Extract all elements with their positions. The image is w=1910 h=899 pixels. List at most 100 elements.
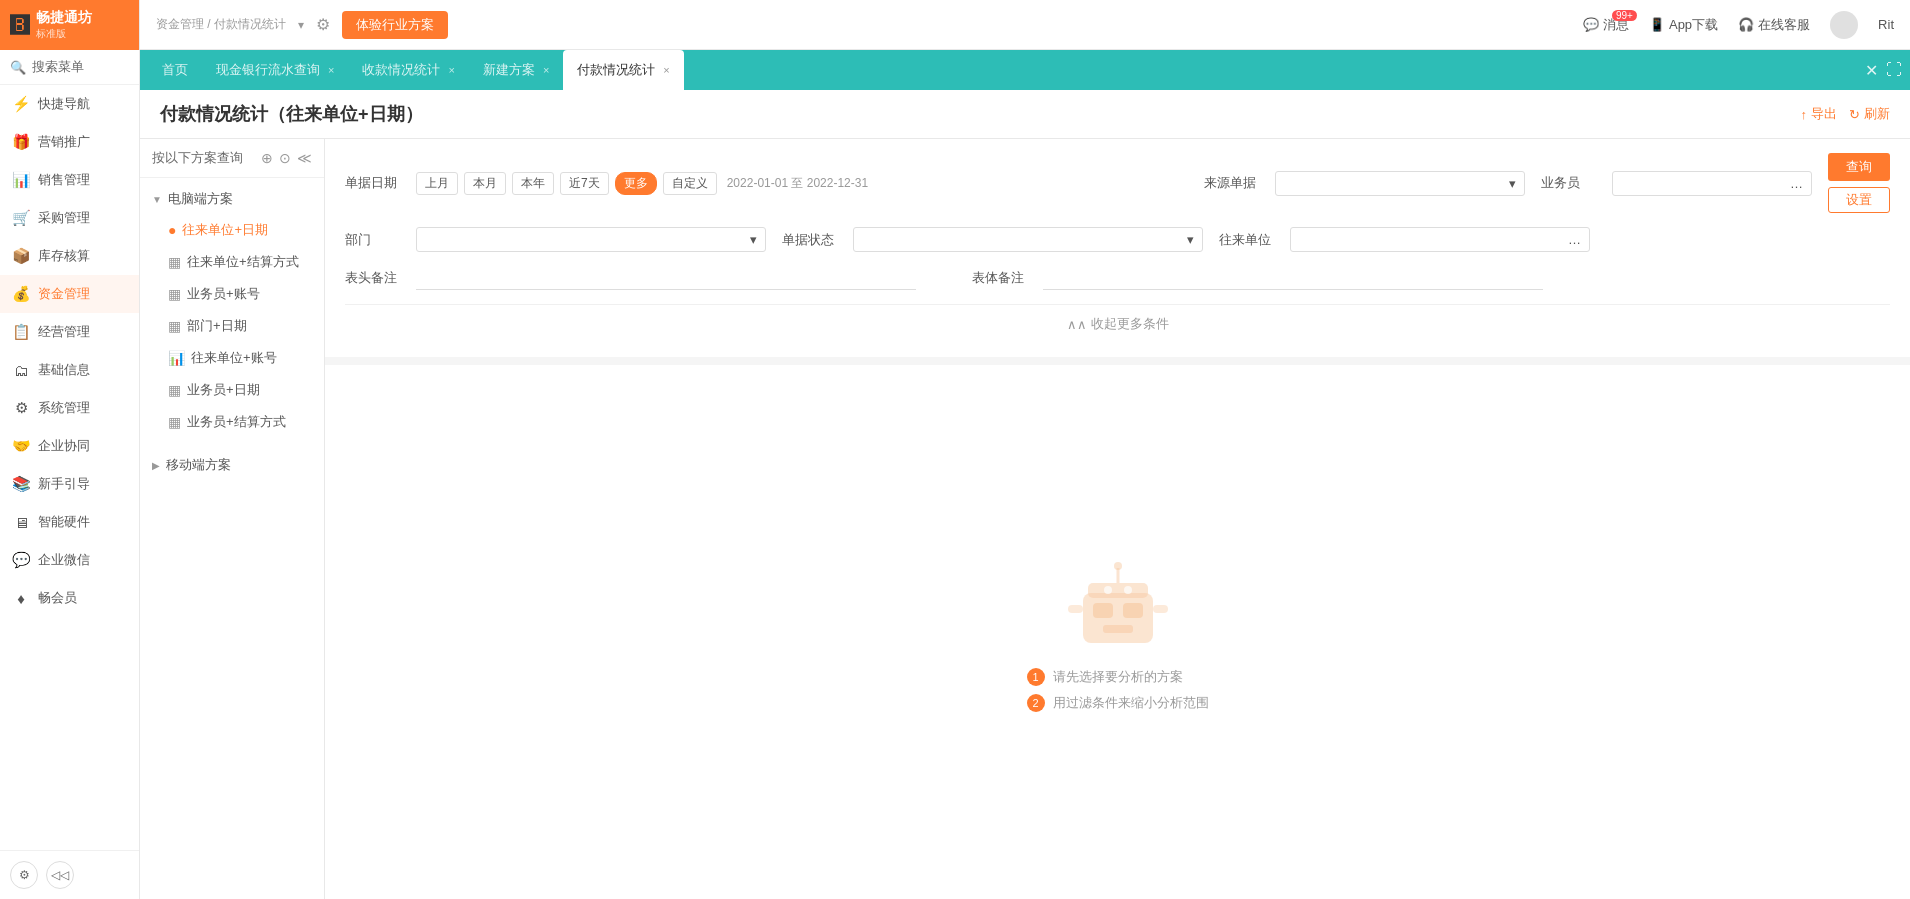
body-area: 按以下方案查询 ⊕ ⊙ ≪ ▼ 电脑端方案 ● 往来单位+日期 (140, 139, 1910, 899)
scheme-item-unit-account[interactable]: 📊 往来单位+账号 (140, 342, 324, 374)
related-unit-select[interactable]: … (1290, 227, 1590, 252)
page-header-actions: ↑ 导出 ↻ 刷新 (1801, 105, 1891, 123)
sidebar-search[interactable]: 🔍 搜索菜单 (0, 50, 139, 85)
export-btn[interactable]: ↑ 导出 (1801, 105, 1838, 123)
pc-scheme-group: ▼ 电脑端方案 ● 往来单位+日期 ▦ 往来单位+结算方式 ▦ 业务员+账号 (140, 178, 324, 444)
sidebar-item-guide[interactable]: 📚 新手引导 (0, 465, 139, 503)
tab-bank-flow-close[interactable]: × (328, 64, 334, 76)
bill-status-label: 单据状态 (782, 231, 837, 249)
marketing-icon: 🎁 (12, 133, 30, 151)
pc-scheme-group-header[interactable]: ▼ 电脑端方案 (140, 184, 324, 214)
scheme-icon-unit-account: 📊 (168, 350, 185, 366)
scheme-icon-staff-account: ▦ (168, 286, 181, 302)
scheme-item-unit-settlement[interactable]: ▦ 往来单位+结算方式 (140, 246, 324, 278)
settings-bottom-btn[interactable]: ⚙ (10, 861, 38, 889)
sidebar-item-sales[interactable]: 📊 销售管理 (0, 161, 139, 199)
date-btn-more[interactable]: 更多 (615, 172, 657, 195)
tip-text-2: 用过滤条件来缩小分析范围 (1053, 694, 1209, 712)
scheme-item-staff-account[interactable]: ▦ 业务员+账号 (140, 278, 324, 310)
trial-btn[interactable]: 体验行业方案 (342, 11, 448, 39)
scheme-icon-unit-date: ● (168, 222, 176, 238)
tabbar-close-all-btn[interactable]: ✕ (1865, 61, 1878, 80)
sidebar: 🅱 畅捷通坊 标准版 🔍 搜索菜单 ⚡ 快捷导航 🎁 营销推广 📊 销售管理 🛒… (0, 0, 140, 899)
header-note-input[interactable] (416, 266, 916, 290)
tab-payment-stats[interactable]: 付款情况统计 × (563, 50, 683, 90)
date-btn-this-month[interactable]: 本月 (464, 172, 506, 195)
export-label: 导出 (1811, 105, 1837, 123)
staff-select[interactable]: … (1612, 171, 1812, 196)
capital-icon: 💰 (12, 285, 30, 303)
source-bill-select[interactable]: ▾ (1275, 171, 1525, 196)
collapse-bar[interactable]: ∧∧ 收起更多条件 (345, 304, 1890, 343)
sidebar-item-label: 营销推广 (38, 133, 90, 151)
topbar-gear-icon[interactable]: ⚙ (316, 15, 330, 34)
body-note-input[interactable] (1043, 266, 1543, 290)
tab-new-scheme-close[interactable]: × (543, 64, 549, 76)
topbar: 资金管理 / 付款情况统计 ▾ ⚙ 体验行业方案 💬 消息 99+ 📱 App下… (140, 0, 1910, 50)
pc-group-label: 电脑端方案 (168, 190, 233, 208)
app-download-btn[interactable]: 📱 App下载 (1649, 16, 1718, 34)
sidebar-item-enterprise[interactable]: 🤝 企业协同 (0, 427, 139, 465)
sidebar-item-basic[interactable]: 🗂 基础信息 (0, 351, 139, 389)
hardware-icon: 🖥 (12, 513, 30, 531)
tab-collection-stats[interactable]: 收款情况统计 × (348, 50, 468, 90)
header-note-label: 表头备注 (345, 269, 400, 287)
body-note-label: 表体备注 (972, 269, 1027, 287)
operation-icon: 📋 (12, 323, 30, 341)
refresh-label: 刷新 (1864, 105, 1890, 123)
topbar-dropdown-arrow[interactable]: ▾ (298, 18, 304, 32)
sidebar-item-label: 经营管理 (38, 323, 90, 341)
panel-collapse-icon[interactable]: ≪ (297, 150, 312, 166)
refresh-btn[interactable]: ↻ 刷新 (1849, 105, 1890, 123)
query-btn[interactable]: 查询 (1828, 153, 1890, 181)
sales-icon: 📊 (12, 171, 30, 189)
scheme-label-staff-settlement: 业务员+结算方式 (187, 413, 286, 431)
empty-tips: 1 请先选择要分析的方案 2 用过滤条件来缩小分析范围 (1027, 668, 1209, 712)
scheme-label-unit-date: 往来单位+日期 (182, 221, 268, 239)
tab-bank-flow[interactable]: 现金银行流水查询 × (202, 50, 348, 90)
date-btn-last-month[interactable]: 上月 (416, 172, 458, 195)
tab-payment-stats-close[interactable]: × (663, 64, 669, 76)
tab-new-scheme[interactable]: 新建方案 × (469, 50, 563, 90)
sidebar-item-inventory[interactable]: 📦 库存核算 (0, 237, 139, 275)
collapse-btn[interactable]: ◁◁ (46, 861, 74, 889)
topbar-breadcrumb: 资金管理 / 付款情况统计 (156, 16, 286, 33)
tabbar-expand-btn[interactable]: ⛶ (1886, 61, 1902, 79)
scheme-item-dept-date[interactable]: ▦ 部门+日期 (140, 310, 324, 342)
source-bill-arrow: ▾ (1509, 176, 1516, 191)
dept-select[interactable]: ▾ (416, 227, 766, 252)
msg-btn[interactable]: 💬 消息 99+ (1583, 16, 1629, 34)
svg-rect-4 (1088, 583, 1148, 598)
sidebar-item-hardware[interactable]: 🖥 智能硬件 (0, 503, 139, 541)
scheme-item-staff-settlement[interactable]: ▦ 业务员+结算方式 (140, 406, 324, 438)
scheme-item-unit-date[interactable]: ● 往来单位+日期 (140, 214, 324, 246)
online-service-btn[interactable]: 🎧 在线客服 (1738, 16, 1810, 34)
tab-collection-stats-close[interactable]: × (448, 64, 454, 76)
sidebar-item-system[interactable]: ⚙ 系统管理 (0, 389, 139, 427)
sidebar-item-weixin[interactable]: 💬 企业微信 (0, 541, 139, 579)
date-btn-custom[interactable]: 自定义 (663, 172, 717, 195)
add-scheme-icon[interactable]: ⊕ (261, 150, 273, 166)
logo-text: 畅捷通坊 (36, 9, 92, 27)
sidebar-item-marketing[interactable]: 🎁 营销推广 (0, 123, 139, 161)
sidebar-item-capital[interactable]: 💰 资金管理 (0, 275, 139, 313)
sidebar-item-quick-nav[interactable]: ⚡ 快捷导航 (0, 85, 139, 123)
mobile-scheme-group-header[interactable]: ▶ 移动端方案 (140, 450, 324, 480)
sidebar-item-member[interactable]: ♦ 畅会员 (0, 579, 139, 617)
sidebar-item-purchase[interactable]: 🛒 采购管理 (0, 199, 139, 237)
service-label: 在线客服 (1758, 16, 1810, 34)
scheme-icon-staff-date: ▦ (168, 382, 181, 398)
bill-status-select[interactable]: ▾ (853, 227, 1203, 252)
scheme-settings-icon[interactable]: ⊙ (279, 150, 291, 166)
sidebar-item-label: 企业协同 (38, 437, 90, 455)
date-btn-7days[interactable]: 近7天 (560, 172, 609, 195)
left-panel-header: 按以下方案查询 ⊕ ⊙ ≪ (140, 139, 324, 178)
topbar-right: 💬 消息 99+ 📱 App下载 🎧 在线客服 Rit (1583, 11, 1894, 39)
sidebar-item-operation[interactable]: 📋 经营管理 (0, 313, 139, 351)
tabbar-right: ✕ ⛶ (1865, 61, 1902, 80)
settings-btn[interactable]: 设置 (1828, 187, 1890, 213)
scheme-item-staff-date[interactable]: ▦ 业务员+日期 (140, 374, 324, 406)
tab-home[interactable]: 首页 (148, 50, 202, 90)
date-btn-this-year[interactable]: 本年 (512, 172, 554, 195)
scheme-label-dept-date: 部门+日期 (187, 317, 247, 335)
